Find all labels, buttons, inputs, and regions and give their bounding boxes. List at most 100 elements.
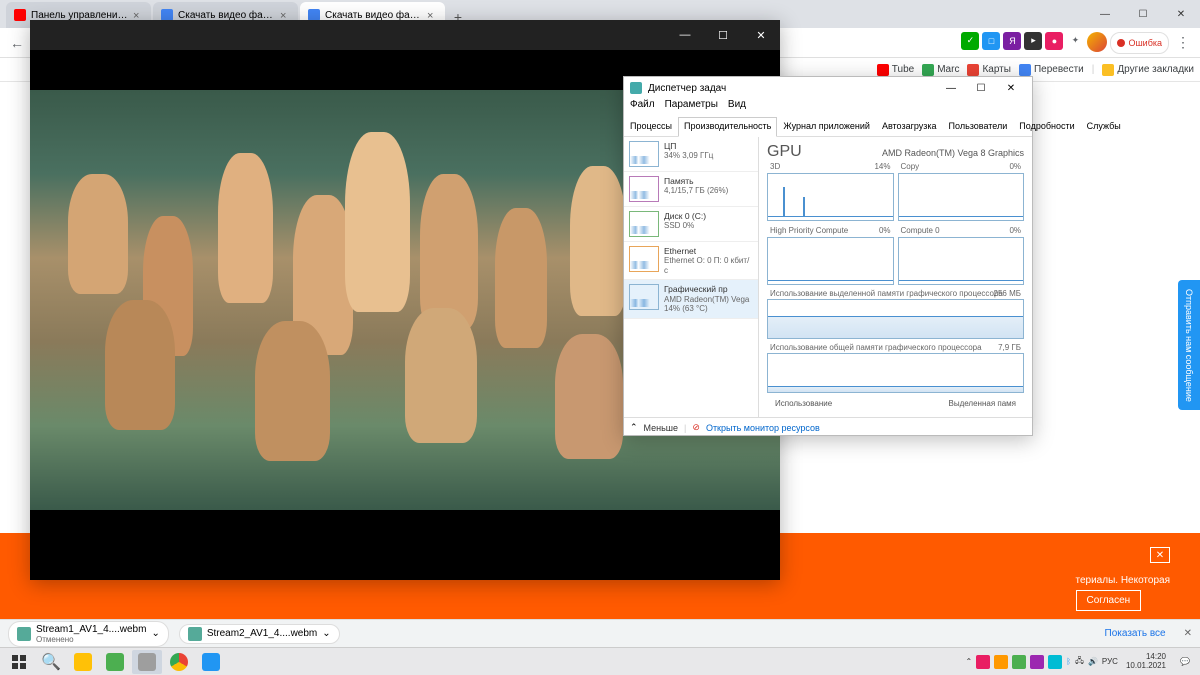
error-badge[interactable]: Ошибка [1110,32,1169,54]
language-indicator[interactable]: РУС [1102,657,1118,666]
menu-button[interactable]: ⋮ [1172,32,1194,54]
chevron-down-icon[interactable]: ⌄ [322,628,330,639]
bookmark-item[interactable]: Tube [877,64,914,76]
chevron-up-icon[interactable]: ⌃ [630,422,638,433]
other-bookmarks[interactable]: Другие закладки [1102,64,1194,76]
youtube-icon [14,9,26,21]
sidebar-item-ethernet[interactable]: EthernetEthernet О: 0 П: 0 кбит/с [624,242,758,280]
minimize-button[interactable]: — [936,77,966,99]
search-button[interactable]: 🔍 [36,650,66,674]
tab-title: Скачать видео файлы закодир [178,10,275,21]
volume-icon[interactable]: 🔊 [1088,657,1098,666]
menu-file[interactable]: Файл [630,99,655,117]
sparkline-icon [629,141,659,167]
sidebar-item-memory[interactable]: Память4,1/15,7 ГБ (26%) [624,172,758,207]
gpu-chart-compute-0[interactable]: Compute 0 0% [898,237,1025,285]
chevron-down-icon[interactable]: ⌄ [151,628,159,639]
minimize-button[interactable]: — [1086,0,1124,28]
download-item[interactable]: Stream1_AV1_4....webm Отменено ⌄ [8,621,169,647]
consent-accept-button[interactable]: Согласен [1076,590,1142,611]
back-button[interactable]: ← [6,32,28,54]
minimize-button[interactable]: — [666,20,704,50]
gpu-shared-memory-chart: Использование общей памяти графического … [767,353,1024,393]
taskbar-app[interactable] [68,650,98,674]
extension-icon[interactable]: ● [1045,32,1063,50]
window-title: Диспетчер задач [648,83,726,94]
download-item[interactable]: Stream2_AV1_4....webm ⌄ [179,624,340,644]
consent-text: териалы. Некоторая [1076,575,1171,586]
downloads-bar: Stream1_AV1_4....webm Отменено ⌄ Stream2… [0,619,1200,647]
maximize-button[interactable]: ☐ [704,20,742,50]
close-icon[interactable]: × [427,10,437,20]
tab-details[interactable]: Подробности [1013,117,1080,136]
sparkline-icon [629,211,659,237]
extension-icon[interactable]: Я [1003,32,1021,50]
maximize-button[interactable]: ☐ [966,77,996,99]
start-button[interactable] [4,650,34,674]
taskbar-app[interactable] [132,650,162,674]
extension-icon[interactable]: ▸ [1024,32,1042,50]
tray-chevron-icon[interactable]: ⌃ [966,657,973,666]
gpu-chart-copy[interactable]: Copy 0% [898,173,1025,221]
close-button[interactable]: ✕ [996,77,1026,99]
maximize-button[interactable]: ☐ [1124,0,1162,28]
tray-icon[interactable] [994,655,1008,669]
tray-icon[interactable] [1012,655,1026,669]
gpu-chart-compute-hp[interactable]: High Priority Compute 0% [767,237,894,285]
close-button[interactable]: ✕ [742,20,780,50]
close-icon[interactable]: ✕ [1150,547,1170,563]
bookmark-item[interactable]: Marc [922,64,959,76]
close-button[interactable]: ✕ [1162,0,1200,28]
menu-options[interactable]: Параметры [665,99,718,117]
sparkline-icon [629,246,659,272]
tray-icon[interactable] [1030,655,1044,669]
gpu-chart-3d[interactable]: 3D 14% [767,173,894,221]
extensions-menu-icon[interactable]: ✦ [1066,32,1084,50]
notifications-button[interactable]: 💬 [1174,650,1196,674]
sidebar-item-disk[interactable]: Диск 0 (C:)SSD 0% [624,207,758,242]
task-manager-window[interactable]: Диспетчер задач — ☐ ✕ Файл Параметры Вид… [623,76,1033,436]
show-all-downloads-link[interactable]: Показать все [1105,628,1166,639]
taskbar-app[interactable] [100,650,130,674]
network-icon[interactable]: 🖧 [1075,655,1084,669]
menu-view[interactable]: Вид [728,99,746,117]
tab-title: Скачать видео файлы закодир [325,10,422,21]
menu-bar: Файл Параметры Вид [624,99,1032,117]
clock[interactable]: 14:20 10.01.2021 [1122,653,1170,671]
app-icon [630,82,642,94]
file-icon [17,627,31,641]
tab-services[interactable]: Службы [1081,117,1127,136]
extension-icon[interactable]: □ [982,32,1000,50]
bluetooth-icon[interactable]: ᛒ [1066,657,1071,666]
tab-users[interactable]: Пользователи [943,117,1014,136]
sparkline-icon [629,176,659,202]
tab-startup[interactable]: Автозагрузка [876,117,943,136]
tab-app-history[interactable]: Журнал приложений [777,117,876,136]
bookmark-item[interactable]: Карты [967,64,1011,76]
tray-icon[interactable] [1048,655,1062,669]
footer-memory-label: Выделенная памя [948,399,1016,408]
tab-title: Панель управления каналом - [31,10,128,21]
extension-icon[interactable]: ✓ [961,32,979,50]
close-icon[interactable]: × [280,10,290,20]
fewer-details-button[interactable]: Меньше [644,423,679,433]
close-icon[interactable]: ✕ [1184,628,1192,639]
video-titlebar[interactable]: — ☐ ✕ [30,20,780,50]
bookmark-item[interactable]: Перевести [1019,64,1084,76]
titlebar[interactable]: Диспетчер задач — ☐ ✕ [624,77,1032,99]
sidebar-item-gpu[interactable]: Графический прAMD Radeon(TM) Vega 14% (6… [624,280,758,318]
system-tray: ⌃ ᛒ 🖧 🔊 РУС 14:20 10.01.2021 💬 [966,650,1196,674]
open-resource-monitor-link[interactable]: Открыть монитор ресурсов [706,423,820,433]
profile-avatar[interactable] [1087,32,1107,52]
close-icon[interactable]: × [133,10,143,20]
resmon-icon: ⊘ [692,422,700,433]
tab-processes[interactable]: Процессы [624,117,678,136]
tray-icon[interactable] [976,655,990,669]
sidebar-item-cpu[interactable]: ЦП34% 3,09 ГГц [624,137,758,172]
feedback-tab[interactable]: Отправить нам сообщение [1178,280,1200,410]
performance-detail: GPU AMD Radeon(TM) Vega 8 Graphics 3D 14… [759,137,1032,417]
taskbar-app-chrome[interactable] [164,650,194,674]
tab-performance[interactable]: Производительность [678,117,777,137]
taskbar-app[interactable] [196,650,226,674]
performance-sidebar: ЦП34% 3,09 ГГц Память4,1/15,7 ГБ (26%) Д… [624,137,759,417]
